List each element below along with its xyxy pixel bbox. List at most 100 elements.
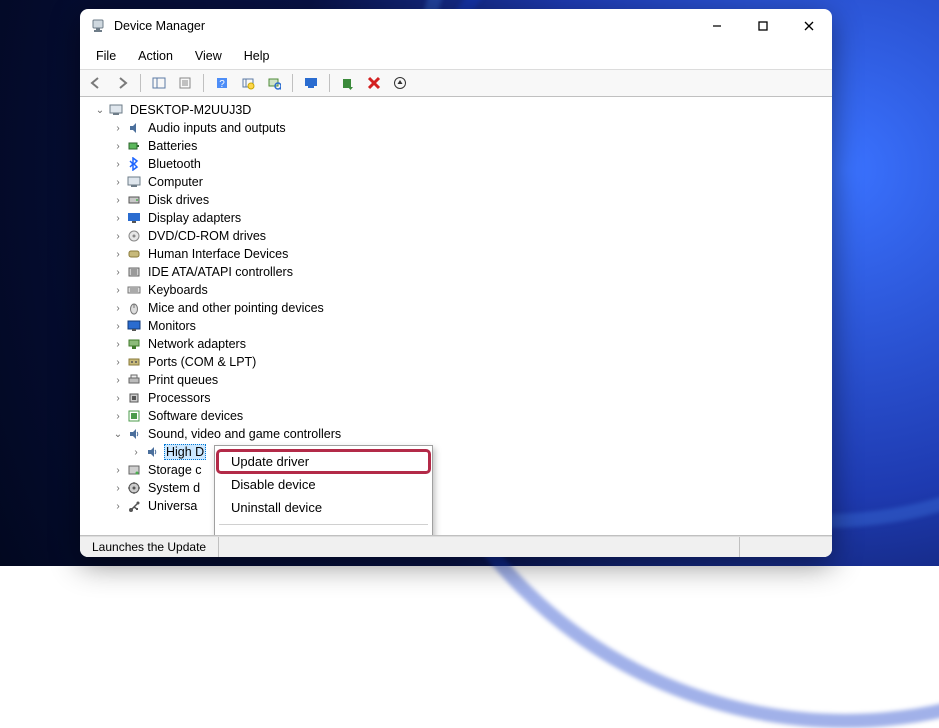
toolbar-monitor[interactable] [299,71,323,95]
minimize-button[interactable] [694,9,740,43]
tree-item[interactable]: ⌄ Sound, video and game controllers [112,425,826,443]
toolbar-help[interactable]: ? [210,71,234,95]
toolbar-back[interactable] [84,71,108,95]
menu-action[interactable]: Action [128,45,183,67]
battery-icon [126,138,142,154]
tree-item-label: Processors [146,391,213,405]
tree-item-label: High D [164,444,206,460]
tree-item[interactable]: › IDE ATA/ATAPI controllers [112,263,826,281]
titlebar: Device Manager [80,9,832,43]
tree-item-label: Print queues [146,373,220,387]
expand-icon: › [112,195,124,206]
tree-root-label: DESKTOP-M2UUJ3D [128,103,253,117]
mouse-icon [126,300,142,316]
context-menu: Update driverDisable deviceUninstall dev… [214,445,433,536]
expand-icon: › [112,213,124,224]
tree-item-label: Software devices [146,409,245,423]
cpu-icon [126,390,142,406]
hid-icon [126,246,142,262]
expand-icon: › [112,231,124,242]
menu-help[interactable]: Help [234,45,280,67]
toolbar: ? [80,70,832,97]
tree-item[interactable]: ›Disk drives [112,191,826,209]
maximize-button[interactable] [740,9,786,43]
tree-item-label: Mice and other pointing devices [146,301,326,315]
tree-item[interactable]: ›Keyboards [112,281,826,299]
expand-icon: › [112,393,124,404]
svg-text:?: ? [219,79,225,90]
tree-item[interactable]: › Display adapters [112,209,826,227]
expand-icon: › [112,501,124,512]
tree-item-label: DVD/CD-ROM drives [146,229,268,243]
expand-icon: › [112,357,124,368]
speaker-icon [144,444,160,460]
toolbar-show-tree[interactable] [147,71,171,95]
audio-icon [126,120,142,136]
tree-item[interactable]: ›Audio inputs and outputs [112,119,826,137]
context-menu-item[interactable]: Disable device [217,473,430,496]
window-title: Device Manager [114,19,205,33]
toolbar-disable[interactable] [336,71,360,95]
speaker-icon [126,426,142,442]
storage-icon [126,462,142,478]
expand-icon: › [112,159,124,170]
tree-item[interactable]: ›Batteries [112,137,826,155]
tree-item[interactable]: ›Software devices [112,407,826,425]
tree-item[interactable]: › Monitors [112,317,826,335]
close-button[interactable] [786,9,832,43]
tree-item[interactable]: ›Mice and other pointing devices [112,299,826,317]
context-menu-item[interactable]: Uninstall device [217,496,430,519]
cdrom-icon [126,228,142,244]
tree-item[interactable]: › Print queues [112,371,826,389]
toolbar-forward[interactable] [110,71,134,95]
disk-icon [126,192,142,208]
monitor-icon [126,318,142,334]
expand-icon: › [112,375,124,386]
tree-item-label: Ports (COM & LPT) [146,355,258,369]
expand-icon: › [112,465,124,476]
context-menu-item[interactable]: Scan for hardware changes [217,530,430,536]
expand-icon: › [112,267,124,278]
ide-icon [126,264,142,280]
tree-root[interactable]: ⌄ DESKTOP-M2UUJ3D [94,101,826,119]
tree-item[interactable]: › DVD/CD-ROM drives [112,227,826,245]
expand-icon: › [112,285,124,296]
context-menu-item[interactable]: Update driver [217,450,430,473]
bluetooth-icon [126,156,142,172]
expand-icon: › [112,339,124,350]
tree-item-label: Batteries [146,139,199,153]
expand-icon: › [112,123,124,134]
expand-icon: › [112,249,124,260]
device-manager-window: Device Manager File Action View Help [80,9,832,557]
tree-item-label: Sound, video and game controllers [146,427,343,441]
expand-icon[interactable]: ⌄ [94,105,106,116]
tree-item-label: IDE ATA/ATAPI controllers [146,265,295,279]
menu-view[interactable]: View [185,45,232,67]
context-menu-divider [219,524,428,525]
ports-icon [126,354,142,370]
toolbar-remove[interactable] [362,71,386,95]
computer-icon [126,174,142,190]
toolbar-scan[interactable] [262,71,286,95]
collapse-icon[interactable]: ⌄ [112,429,124,440]
tree-item-label: Storage c [146,463,204,477]
toolbar-show-hidden[interactable] [388,71,412,95]
tree-item[interactable]: › Ports (COM & LPT) [112,353,826,371]
menu-file[interactable]: File [86,45,126,67]
app-icon [90,18,106,34]
tree-item[interactable]: ›Bluetooth [112,155,826,173]
expand-icon: › [130,447,142,458]
tree-item[interactable]: ›Network adapters [112,335,826,353]
tree-item-label: System d [146,481,202,495]
tree-item[interactable]: ›Computer [112,173,826,191]
device-tree[interactable]: ⌄ DESKTOP-M2UUJ3D ›Audio inputs and outp… [80,97,832,536]
toolbar-update-driver[interactable] [236,71,260,95]
expand-icon: › [112,177,124,188]
tree-item[interactable]: › Processors [112,389,826,407]
expand-icon: › [112,321,124,332]
network-icon [126,336,142,352]
tree-item[interactable]: ›Human Interface Devices [112,245,826,263]
tree-item-label: Display adapters [146,211,243,225]
toolbar-properties[interactable] [173,71,197,95]
tree-item-label: Monitors [146,319,198,333]
